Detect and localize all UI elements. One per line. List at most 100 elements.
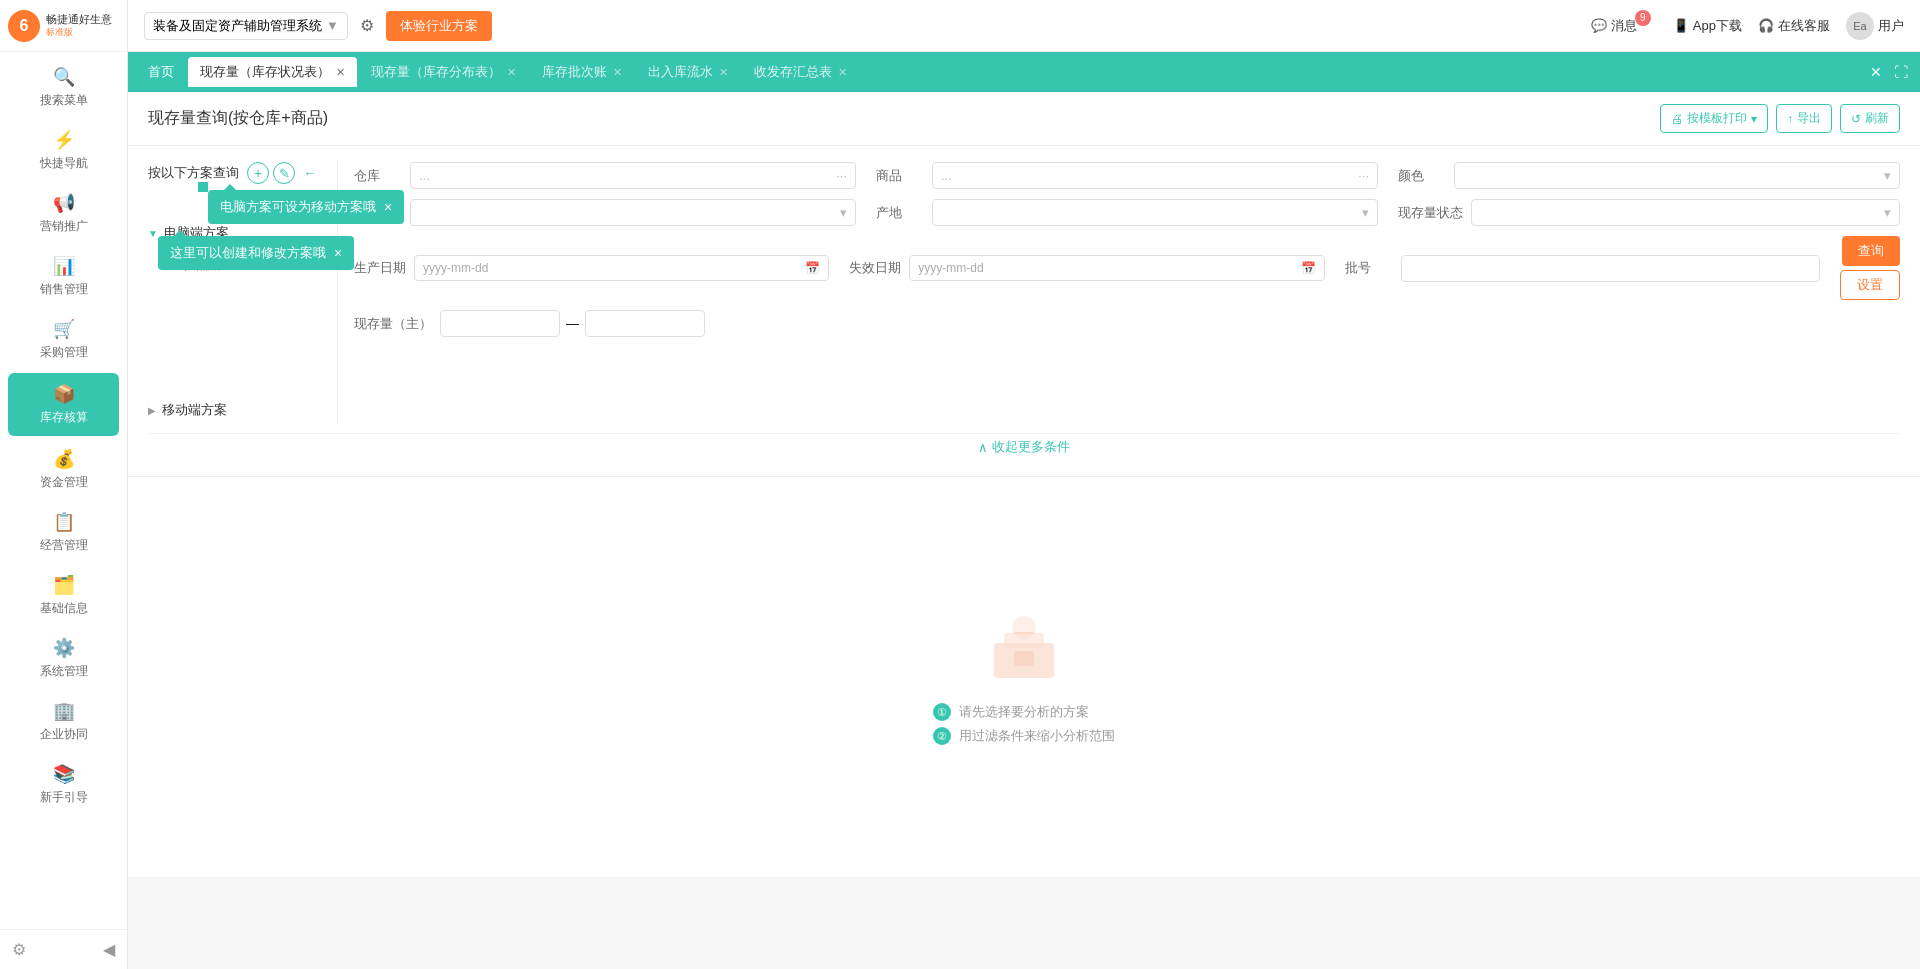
stock-amount-max[interactable] [585, 310, 705, 337]
sidebar-item-purchase-mgmt[interactable]: 🛒 采购管理 [0, 308, 127, 371]
tab-inventory-dist[interactable]: 现存量（库存分布表） ✕ [359, 57, 528, 87]
guide-icon: 📚 [53, 763, 75, 785]
empty-state: ① 请先选择要分析的方案 ② 用过滤条件来缩小分析范围 [128, 477, 1920, 877]
collapse-sidebar-icon[interactable]: ◀ [103, 940, 115, 959]
user-area[interactable]: Ea 用户 [1846, 12, 1904, 40]
scheme-mobile-arrow: ▶ [148, 405, 156, 416]
sidebar-item-inventory-calc[interactable]: 📦 库存核算 [8, 373, 119, 436]
inventory-icon: 📦 [53, 383, 75, 405]
tab-inout-flow[interactable]: 出入库流水 ✕ [636, 57, 740, 87]
filter-area: 按以下方案查询 + ✎ ← 电脑方案可设为移动方案哦 × [128, 146, 1920, 477]
sidebar-item-finance-mgmt[interactable]: 💰 资金管理 [0, 438, 127, 501]
scheme-mobile-label: 移动端方案 [162, 401, 227, 419]
scheme-group-mobile[interactable]: ▶ 移动端方案 [148, 397, 321, 423]
ops-icon: 📋 [53, 511, 75, 533]
popover2-close[interactable]: × [334, 245, 342, 261]
sidebar-item-new-guide[interactable]: 📚 新手引导 [0, 753, 127, 816]
message-badge: 9 [1635, 10, 1651, 26]
sidebar-item-label: 经营管理 [40, 537, 88, 554]
sidebar-item-search-menu[interactable]: 🔍 搜索菜单 [0, 56, 127, 119]
settings-gear-icon[interactable]: ⚙ [360, 16, 374, 35]
tab-close-icon[interactable]: ✕ [719, 66, 728, 79]
goods-select[interactable]: ... ··· [932, 162, 1378, 189]
back-arrow-btn[interactable]: ← [299, 162, 321, 184]
refresh-btn[interactable]: ↺ 刷新 [1840, 104, 1900, 133]
amount-sep: — [566, 316, 579, 331]
collapse-btn[interactable]: ∧ 收起更多条件 [148, 433, 1900, 460]
tab-bar-right: ✕ ⛶ [1866, 60, 1912, 84]
filter-row-origin: 产地 ▾ [876, 199, 1378, 226]
scheme-popover-1: 电脑方案可设为移动方案哦 × [208, 190, 404, 224]
sidebar-item-label: 基础信息 [40, 600, 88, 617]
popover1-close[interactable]: × [384, 199, 392, 215]
goods-more-icon: ··· [1358, 168, 1369, 183]
avatar-text: Ea [1853, 20, 1866, 32]
origin-select[interactable]: ▾ [932, 199, 1378, 226]
stock-status-select[interactable]: ▾ [1471, 199, 1900, 226]
online-support-action[interactable]: 🎧 在线客服 [1758, 17, 1830, 35]
empty-step-1: ① 请先选择要分析的方案 [933, 703, 1115, 721]
maximize-btn[interactable]: ⛶ [1890, 60, 1912, 84]
filter-row-size: 尺码 ▾ [354, 199, 856, 226]
sidebar-item-quick-nav[interactable]: ⚡ 快捷导航 [0, 119, 127, 182]
step1-text: 请先选择要分析的方案 [959, 703, 1089, 721]
message-action[interactable]: 💬 消息 9 [1591, 17, 1657, 35]
size-select[interactable]: ▾ [410, 199, 856, 226]
page-body: 现存量查询(按仓库+商品) 🖨 按模板打印 ▾ ↑ 导出 ↺ 刷新 [128, 92, 1920, 969]
page-title: 现存量查询(按仓库+商品) [148, 108, 328, 129]
online-support-label: 在线客服 [1778, 17, 1830, 35]
search-btn[interactable]: 查询 [1842, 236, 1900, 266]
step2-num: ② [933, 727, 951, 745]
tab-home[interactable]: 首页 [136, 57, 186, 87]
batch-input[interactable] [1401, 255, 1820, 282]
edit-scheme-btn[interactable]: ✎ [273, 162, 295, 184]
export-btn[interactable]: ↑ 导出 [1776, 104, 1832, 133]
warehouse-select[interactable]: ... ··· [410, 162, 856, 189]
finance-icon: 💰 [53, 448, 75, 470]
tab-close-icon[interactable]: ✕ [613, 66, 622, 79]
chevron-down-size: ▾ [840, 205, 847, 220]
tab-close-icon[interactable]: ✕ [507, 66, 516, 79]
add-scheme-btn[interactable]: + [247, 162, 269, 184]
sidebar-item-enterprise[interactable]: 🏢 企业协同 [0, 690, 127, 753]
sidebar-item-sales-promotion[interactable]: 📢 营销推广 [0, 182, 127, 245]
tab-label: 库存批次账 [542, 63, 607, 81]
calendar-icon: 📅 [805, 261, 820, 275]
tab-receivable[interactable]: 收发存汇总表 ✕ [742, 57, 859, 87]
brand-name: 畅捷通好生意 [46, 12, 112, 26]
collapse-arrow-icon: ∧ [978, 440, 988, 455]
sidebar-item-label: 营销推广 [40, 218, 88, 235]
tab-inventory-status[interactable]: 现存量（库存状况表） ✕ [188, 57, 357, 87]
color-select[interactable]: ▾ [1454, 162, 1900, 189]
warehouse-label: 仓库 [354, 167, 402, 185]
sidebar-item-basic-info[interactable]: 🗂️ 基础信息 [0, 564, 127, 627]
expire-date-start[interactable]: yyyy-mm-dd 📅 [909, 255, 1324, 281]
close-all-tabs-btn[interactable]: ✕ [1866, 60, 1886, 84]
expire-date-label: 失效日期 [849, 259, 901, 277]
scheme-tree: ▼ 电脑端方案 这里可以创建和修改方案哦 × — [148, 220, 321, 423]
tab-close-icon[interactable]: ✕ [838, 66, 847, 79]
svg-point-2 [1012, 616, 1036, 640]
sys-icon: ⚙️ [53, 637, 75, 659]
purchase-icon: 🛒 [53, 318, 75, 340]
calendar-icon-2: 📅 [1301, 261, 1316, 275]
sidebar: 6 畅捷通好生意 标准版 🔍 搜索菜单 ⚡ 快捷导航 📢 营销推广 📊 销售管理… [0, 0, 128, 969]
stock-amount-min[interactable] [440, 310, 560, 337]
system-selector[interactable]: 装备及固定资产辅助管理系统 ▼ [144, 12, 348, 40]
tab-label: 现存量（库存状况表） [200, 63, 330, 81]
sidebar-item-sys-mgmt[interactable]: ⚙️ 系统管理 [0, 627, 127, 690]
sidebar-item-ops-mgmt[interactable]: 📋 经营管理 [0, 501, 127, 564]
tab-batch-ledger[interactable]: 库存批次账 ✕ [530, 57, 634, 87]
reset-btn[interactable]: 设置 [1840, 270, 1900, 300]
tab-close-icon[interactable]: ✕ [336, 66, 345, 79]
sidebar-item-sales-mgmt[interactable]: 📊 销售管理 [0, 245, 127, 308]
svg-rect-4 [1014, 651, 1034, 666]
app-download-action[interactable]: 📱 App下载 [1673, 17, 1742, 35]
empty-steps-list: ① 请先选择要分析的方案 ② 用过滤条件来缩小分析范围 [933, 703, 1115, 751]
date-placeholder: yyyy-mm-dd [918, 261, 983, 275]
settings-icon[interactable]: ⚙ [12, 940, 26, 959]
sales-mgmt-icon: 📊 [53, 255, 75, 277]
produce-date-start[interactable]: yyyy-mm-dd 📅 [414, 255, 829, 281]
template-print-btn[interactable]: 🖨 按模板打印 ▾ [1660, 104, 1768, 133]
experience-btn[interactable]: 体验行业方案 [386, 11, 492, 41]
